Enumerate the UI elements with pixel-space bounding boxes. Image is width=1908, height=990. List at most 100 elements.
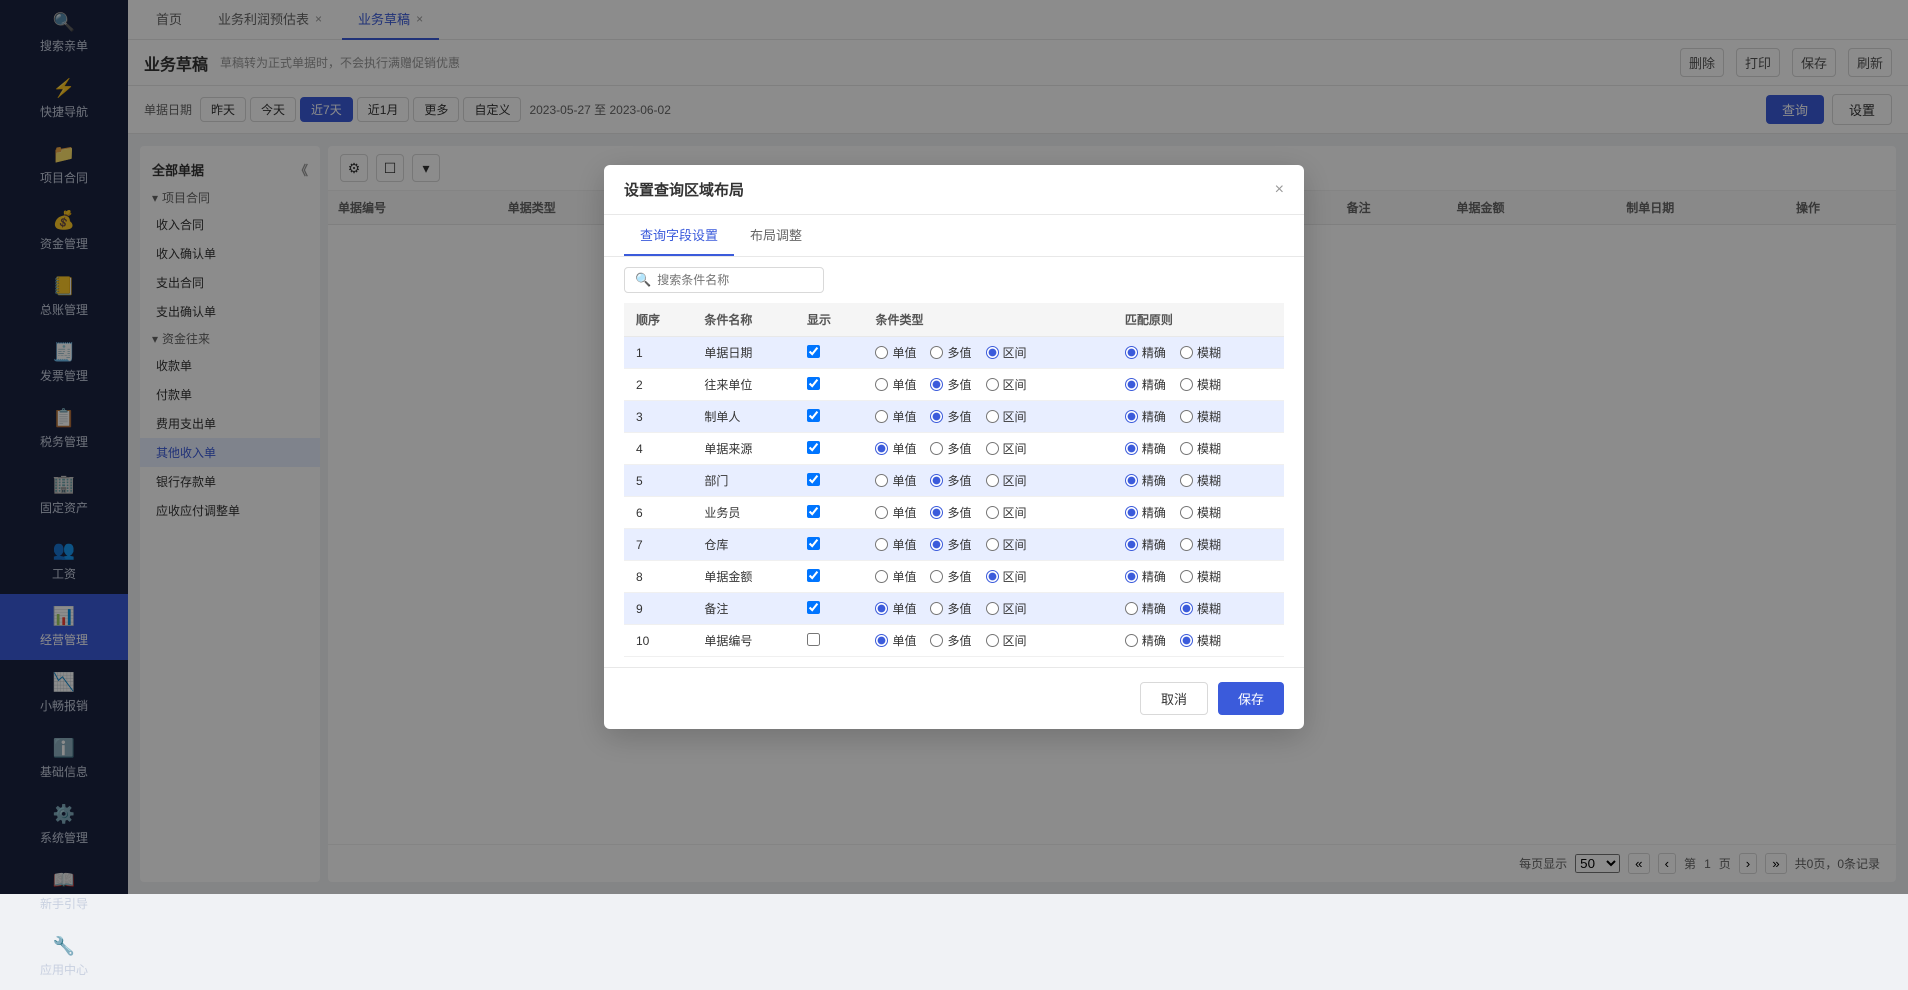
match-radio-exact-2[interactable]: 精确: [1125, 408, 1166, 425]
row-display-6[interactable]: [795, 529, 863, 561]
display-checkbox-3[interactable]: [807, 441, 820, 454]
row-match-9[interactable]: 精确模糊: [1113, 625, 1284, 657]
type-radio-range-9[interactable]: 区间: [986, 632, 1027, 649]
row-type-6[interactable]: 单值多值区间: [863, 529, 1112, 561]
row-match-4[interactable]: 精确模糊: [1113, 465, 1284, 497]
display-checkbox-5[interactable]: [807, 505, 820, 518]
row-display-9[interactable]: [795, 625, 863, 657]
type-radio-range-4[interactable]: 区间: [986, 472, 1027, 489]
type-radio-multi-3[interactable]: 多值: [930, 440, 971, 457]
type-radio-single-8[interactable]: 单值: [875, 600, 916, 617]
display-checkbox-1[interactable]: [807, 377, 820, 390]
modal-save-button[interactable]: 保存: [1218, 682, 1284, 715]
row-display-7[interactable]: [795, 561, 863, 593]
modal-tab-1[interactable]: 布局调整: [734, 215, 818, 256]
type-radio-range-1[interactable]: 区间: [986, 376, 1027, 393]
type-radio-range-2[interactable]: 区间: [986, 408, 1027, 425]
display-checkbox-0[interactable]: [807, 345, 820, 358]
type-radio-range-8[interactable]: 区间: [986, 600, 1027, 617]
type-radio-single-0[interactable]: 单值: [875, 344, 916, 361]
match-radio-fuzzy-1[interactable]: 模糊: [1180, 376, 1221, 393]
match-radio-fuzzy-9[interactable]: 模糊: [1180, 632, 1221, 649]
modal-tab-0[interactable]: 查询字段设置: [624, 215, 734, 256]
match-radio-exact-7[interactable]: 精确: [1125, 568, 1166, 585]
type-radio-single-3[interactable]: 单值: [875, 440, 916, 457]
display-checkbox-4[interactable]: [807, 473, 820, 486]
type-radio-range-6[interactable]: 区间: [986, 536, 1027, 553]
row-match-5[interactable]: 精确模糊: [1113, 497, 1284, 529]
type-radio-multi-5[interactable]: 多值: [930, 504, 971, 521]
type-radio-multi-2[interactable]: 多值: [930, 408, 971, 425]
row-type-0[interactable]: 单值多值区间: [863, 337, 1112, 369]
match-radio-fuzzy-3[interactable]: 模糊: [1180, 440, 1221, 457]
match-radio-exact-9[interactable]: 精确: [1125, 632, 1166, 649]
row-type-8[interactable]: 单值多值区间: [863, 593, 1112, 625]
match-radio-fuzzy-2[interactable]: 模糊: [1180, 408, 1221, 425]
match-radio-exact-6[interactable]: 精确: [1125, 536, 1166, 553]
row-match-8[interactable]: 精确模糊: [1113, 593, 1284, 625]
match-radio-exact-0[interactable]: 精确: [1125, 344, 1166, 361]
row-type-9[interactable]: 单值多值区间: [863, 625, 1112, 657]
row-type-2[interactable]: 单值多值区间: [863, 401, 1112, 433]
type-radio-single-5[interactable]: 单值: [875, 504, 916, 521]
type-radio-multi-9[interactable]: 多值: [930, 632, 971, 649]
match-radio-fuzzy-8[interactable]: 模糊: [1180, 600, 1221, 617]
display-checkbox-2[interactable]: [807, 409, 820, 422]
display-checkbox-8[interactable]: [807, 601, 820, 614]
match-radio-exact-5[interactable]: 精确: [1125, 504, 1166, 521]
match-radio-fuzzy-6[interactable]: 模糊: [1180, 536, 1221, 553]
cancel-button[interactable]: 取消: [1140, 682, 1208, 715]
type-radio-multi-7[interactable]: 多值: [930, 568, 971, 585]
row-match-2[interactable]: 精确模糊: [1113, 401, 1284, 433]
row-type-4[interactable]: 单值多值区间: [863, 465, 1112, 497]
row-type-1[interactable]: 单值多值区间: [863, 369, 1112, 401]
type-radio-multi-1[interactable]: 多值: [930, 376, 971, 393]
col-name: 条件名称: [692, 303, 795, 337]
type-radio-single-7[interactable]: 单值: [875, 568, 916, 585]
row-display-4[interactable]: [795, 465, 863, 497]
modal-close-button[interactable]: ×: [1275, 181, 1284, 199]
match-radio-exact-3[interactable]: 精确: [1125, 440, 1166, 457]
type-radio-multi-4[interactable]: 多值: [930, 472, 971, 489]
type-radio-multi-8[interactable]: 多值: [930, 600, 971, 617]
display-checkbox-9[interactable]: [807, 633, 820, 646]
row-display-3[interactable]: [795, 433, 863, 465]
row-type-3[interactable]: 单值多值区间: [863, 433, 1112, 465]
row-display-2[interactable]: [795, 401, 863, 433]
match-radio-fuzzy-5[interactable]: 模糊: [1180, 504, 1221, 521]
row-display-5[interactable]: [795, 497, 863, 529]
type-radio-single-4[interactable]: 单值: [875, 472, 916, 489]
row-display-8[interactable]: [795, 593, 863, 625]
type-radio-range-0[interactable]: 区间: [986, 344, 1027, 361]
row-display-1[interactable]: [795, 369, 863, 401]
modal-overlay[interactable]: 设置查询区域布局 × 查询字段设置布局调整 🔍 顺序 条件名称: [0, 0, 1908, 894]
type-radio-single-6[interactable]: 单值: [875, 536, 916, 553]
row-match-7[interactable]: 精确模糊: [1113, 561, 1284, 593]
type-radio-range-3[interactable]: 区间: [986, 440, 1027, 457]
display-checkbox-7[interactable]: [807, 569, 820, 582]
match-radio-exact-4[interactable]: 精确: [1125, 472, 1166, 489]
row-match-1[interactable]: 精确模糊: [1113, 369, 1284, 401]
modal-search-input[interactable]: [657, 273, 813, 287]
type-radio-single-1[interactable]: 单值: [875, 376, 916, 393]
type-radio-multi-6[interactable]: 多值: [930, 536, 971, 553]
row-type-5[interactable]: 单值多值区间: [863, 497, 1112, 529]
match-radio-fuzzy-7[interactable]: 模糊: [1180, 568, 1221, 585]
match-radio-exact-8[interactable]: 精确: [1125, 600, 1166, 617]
type-radio-single-2[interactable]: 单值: [875, 408, 916, 425]
modal-header: 设置查询区域布局 ×: [604, 165, 1304, 215]
type-radio-range-5[interactable]: 区间: [986, 504, 1027, 521]
display-checkbox-6[interactable]: [807, 537, 820, 550]
type-radio-single-9[interactable]: 单值: [875, 632, 916, 649]
match-radio-exact-1[interactable]: 精确: [1125, 376, 1166, 393]
row-match-6[interactable]: 精确模糊: [1113, 529, 1284, 561]
match-radio-fuzzy-4[interactable]: 模糊: [1180, 472, 1221, 489]
row-match-3[interactable]: 精确模糊: [1113, 433, 1284, 465]
row-display-0[interactable]: [795, 337, 863, 369]
type-radio-range-7[interactable]: 区间: [986, 568, 1027, 585]
match-radio-fuzzy-0[interactable]: 模糊: [1180, 344, 1221, 361]
row-match-0[interactable]: 精确模糊: [1113, 337, 1284, 369]
sidebar-item-14[interactable]: 🔧应用中心: [0, 924, 128, 990]
row-type-7[interactable]: 单值多值区间: [863, 561, 1112, 593]
type-radio-multi-0[interactable]: 多值: [930, 344, 971, 361]
